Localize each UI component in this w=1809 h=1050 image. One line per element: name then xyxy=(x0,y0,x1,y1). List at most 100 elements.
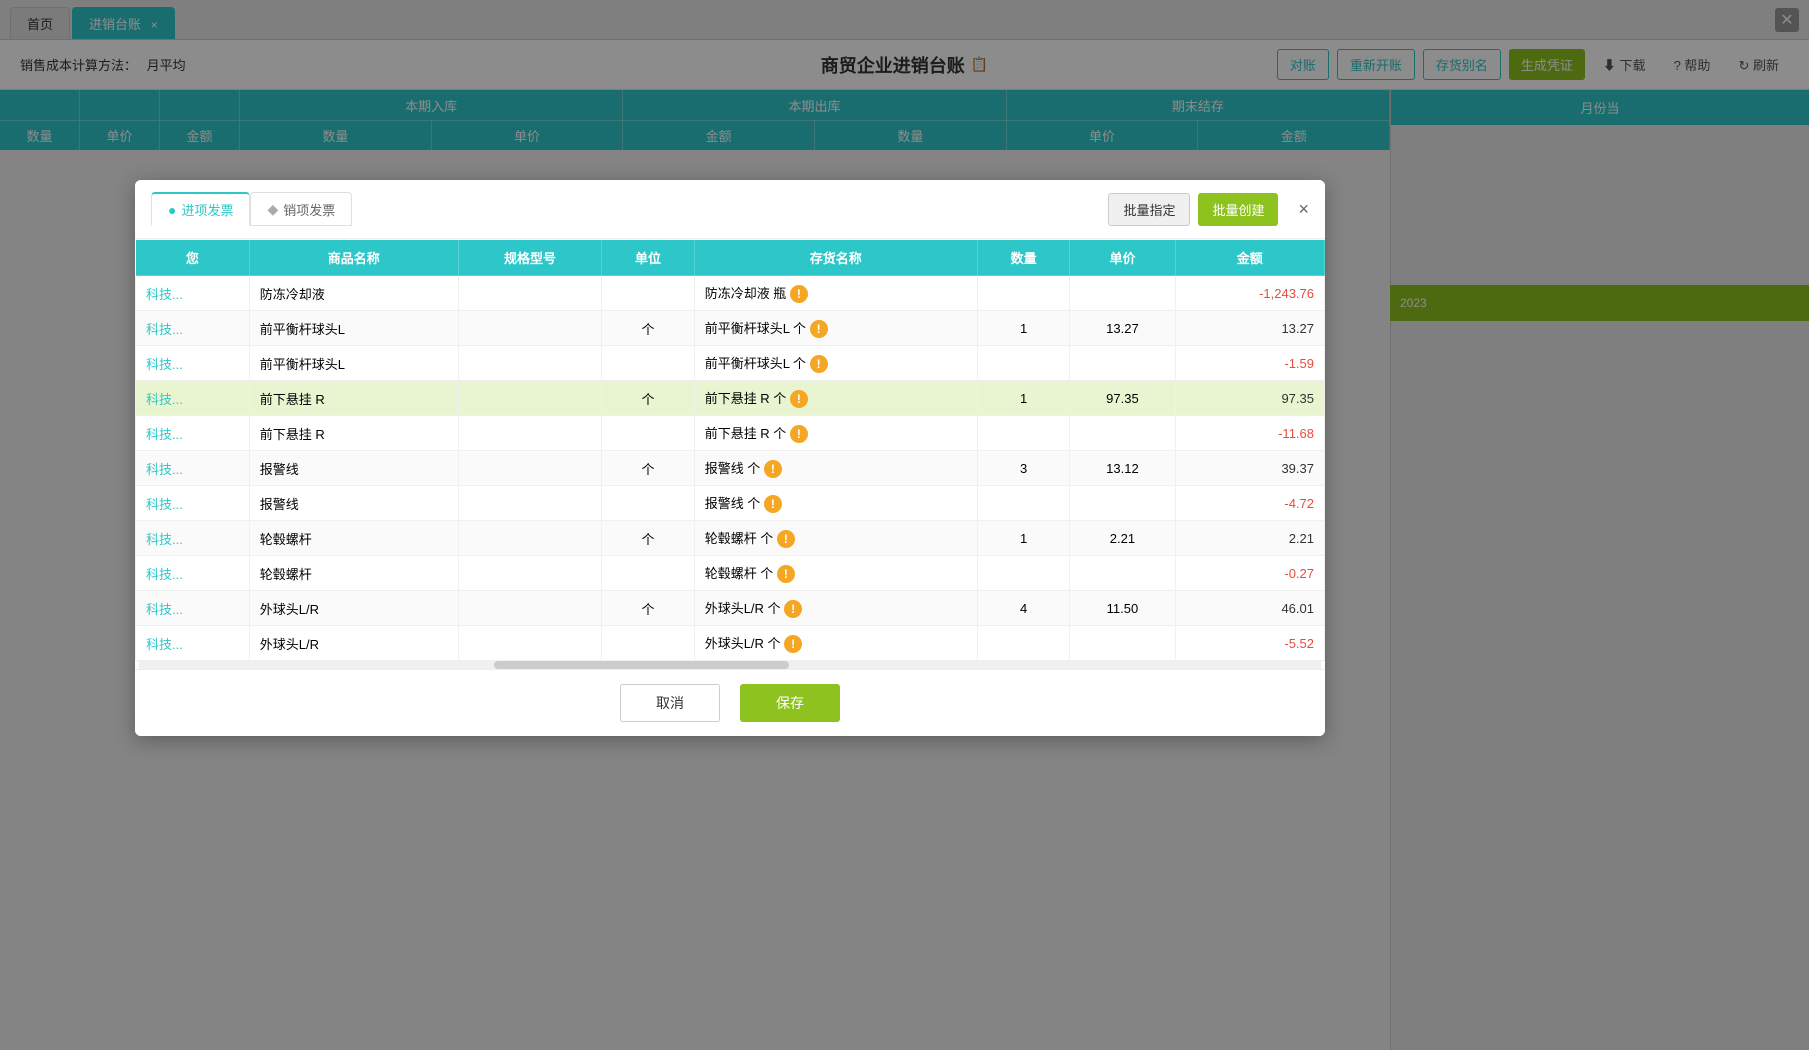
cell-quantity xyxy=(977,346,1069,381)
cell-supplier: 科技... xyxy=(136,276,250,311)
cell-product: 报警线 xyxy=(249,451,458,486)
cell-amount: -4.72 xyxy=(1175,486,1324,521)
col-header-unitprice: 单价 xyxy=(1070,240,1175,276)
warning-icon: ! xyxy=(777,565,795,583)
warning-icon: ! xyxy=(810,355,828,373)
cell-quantity: 4 xyxy=(977,591,1069,626)
cell-inventory: 外球头L/R 个 ! xyxy=(694,591,977,626)
batch-assign-button[interactable]: 批量指定 xyxy=(1108,193,1190,226)
cell-spec xyxy=(458,276,602,311)
cell-inventory: 报警线 个 ! xyxy=(694,451,977,486)
cell-inventory: 防冻冷却液 瓶 ! xyxy=(694,276,977,311)
cancel-button[interactable]: 取消 xyxy=(620,684,720,722)
cell-unit xyxy=(602,346,694,381)
cell-inventory: 轮毂螺杆 个 ! xyxy=(694,556,977,591)
batch-create-button[interactable]: 批量创建 xyxy=(1198,193,1278,226)
cell-supplier: 科技... xyxy=(136,626,250,661)
cell-product: 前下悬挂 R xyxy=(249,416,458,451)
warning-icon: ! xyxy=(764,460,782,478)
table-row: 科技... 报警线 个 报警线 个 ! 3 13.12 39.37 xyxy=(136,451,1325,486)
table-row: 科技... 前下悬挂 R 前下悬挂 R 个 ! -11.68 xyxy=(136,416,1325,451)
modal-tabs: ● 进项发票 ◆ 销项发票 xyxy=(151,192,352,226)
cell-spec xyxy=(458,556,602,591)
table-row: 科技... 前平衡杆球头L 个 前平衡杆球头L 个 ! 1 13.27 13.2… xyxy=(136,311,1325,346)
cell-amount: -0.27 xyxy=(1175,556,1324,591)
cell-unitprice: 97.35 xyxy=(1070,381,1175,416)
warning-icon: ! xyxy=(784,635,802,653)
scrollbar-thumb xyxy=(494,661,790,669)
cell-spec xyxy=(458,451,602,486)
cell-amount: 46.01 xyxy=(1175,591,1324,626)
table-row: 科技... 轮毂螺杆 轮毂螺杆 个 ! -0.27 xyxy=(136,556,1325,591)
cell-amount: -11.68 xyxy=(1175,416,1324,451)
cell-amount: 2.21 xyxy=(1175,521,1324,556)
cell-unitprice: 11.50 xyxy=(1070,591,1175,626)
cell-supplier: 科技... xyxy=(136,451,250,486)
invoice-out-icon: ◆ xyxy=(267,201,278,218)
modal-close-button[interactable]: × xyxy=(1298,193,1309,226)
cell-unitprice xyxy=(1070,276,1175,311)
col-header-spec: 规格型号 xyxy=(458,240,602,276)
cell-unit: 个 xyxy=(602,451,694,486)
table-row: 科技... 前平衡杆球头L 前平衡杆球头L 个 ! -1.59 xyxy=(136,346,1325,381)
table-row: 科技... 报警线 报警线 个 ! -4.72 xyxy=(136,486,1325,521)
warning-icon: ! xyxy=(764,495,782,513)
cell-inventory: 轮毂螺杆 个 ! xyxy=(694,521,977,556)
table-row: 科技... 轮毂螺杆 个 轮毂螺杆 个 ! 1 2.21 2.21 xyxy=(136,521,1325,556)
cell-amount: 13.27 xyxy=(1175,311,1324,346)
cell-unit: 个 xyxy=(602,591,694,626)
save-button[interactable]: 保存 xyxy=(740,684,840,722)
cell-product: 前平衡杆球头L xyxy=(249,346,458,381)
cell-unitprice: 2.21 xyxy=(1070,521,1175,556)
cell-inventory: 前下悬挂 R 个 ! xyxy=(694,416,977,451)
cell-quantity: 1 xyxy=(977,381,1069,416)
cell-supplier: 科技... xyxy=(136,521,250,556)
cell-spec xyxy=(458,591,602,626)
cell-spec xyxy=(458,311,602,346)
cell-quantity xyxy=(977,486,1069,521)
cell-unitprice xyxy=(1070,626,1175,661)
table-row: 科技... 防冻冷却液 防冻冷却液 瓶 ! -1,243.76 xyxy=(136,276,1325,311)
cell-amount: 39.37 xyxy=(1175,451,1324,486)
warning-icon: ! xyxy=(790,285,808,303)
cell-supplier: 科技... xyxy=(136,556,250,591)
modal-footer: 取消 保存 xyxy=(135,669,1325,736)
cell-supplier: 科技... xyxy=(136,416,250,451)
table-row: 科技... 前下悬挂 R 个 前下悬挂 R 个 ! 1 97.35 97.35 xyxy=(136,381,1325,416)
cell-unitprice: 13.12 xyxy=(1070,451,1175,486)
cell-inventory: 外球头L/R 个 ! xyxy=(694,626,977,661)
table-row: 科技... 外球头L/R 外球头L/R 个 ! -5.52 xyxy=(136,626,1325,661)
col-header-inventory: 存货名称 xyxy=(694,240,977,276)
cell-amount: -1.59 xyxy=(1175,346,1324,381)
cell-quantity: 1 xyxy=(977,521,1069,556)
cell-unit xyxy=(602,276,694,311)
cell-unitprice xyxy=(1070,346,1175,381)
cell-amount: 97.35 xyxy=(1175,381,1324,416)
cell-product: 防冻冷却液 xyxy=(249,276,458,311)
cell-inventory: 报警线 个 ! xyxy=(694,486,977,521)
modal-table-body: 科技... 防冻冷却液 防冻冷却液 瓶 ! -1,243.76 科技... 前平… xyxy=(136,276,1325,661)
cell-product: 前平衡杆球头L xyxy=(249,311,458,346)
cell-product: 外球头L/R xyxy=(249,591,458,626)
cell-inventory: 前下悬挂 R 个 ! xyxy=(694,381,977,416)
cell-spec xyxy=(458,521,602,556)
warning-icon: ! xyxy=(790,390,808,408)
cell-supplier: 科技... xyxy=(136,381,250,416)
tab-invoice-in[interactable]: ● 进项发票 xyxy=(151,192,250,226)
cell-unitprice: 13.27 xyxy=(1070,311,1175,346)
cell-unitprice xyxy=(1070,556,1175,591)
tab-invoice-out[interactable]: ◆ 销项发票 xyxy=(250,192,352,226)
cell-unit: 个 xyxy=(602,311,694,346)
modal-scrollbar[interactable] xyxy=(139,661,1321,669)
cell-unitprice xyxy=(1070,486,1175,521)
cell-supplier: 科技... xyxy=(136,591,250,626)
cell-spec xyxy=(458,486,602,521)
cell-quantity xyxy=(977,556,1069,591)
warning-icon: ! xyxy=(790,425,808,443)
cell-inventory: 前平衡杆球头L 个 ! xyxy=(694,311,977,346)
cell-unit: 个 xyxy=(602,381,694,416)
cell-product: 前下悬挂 R xyxy=(249,381,458,416)
cell-quantity xyxy=(977,626,1069,661)
col-header-quantity: 数量 xyxy=(977,240,1069,276)
modal-table: 您 商品名称 规格型号 单位 存货名称 数量 单价 金额 科技... 防冻冷却液… xyxy=(135,239,1325,661)
